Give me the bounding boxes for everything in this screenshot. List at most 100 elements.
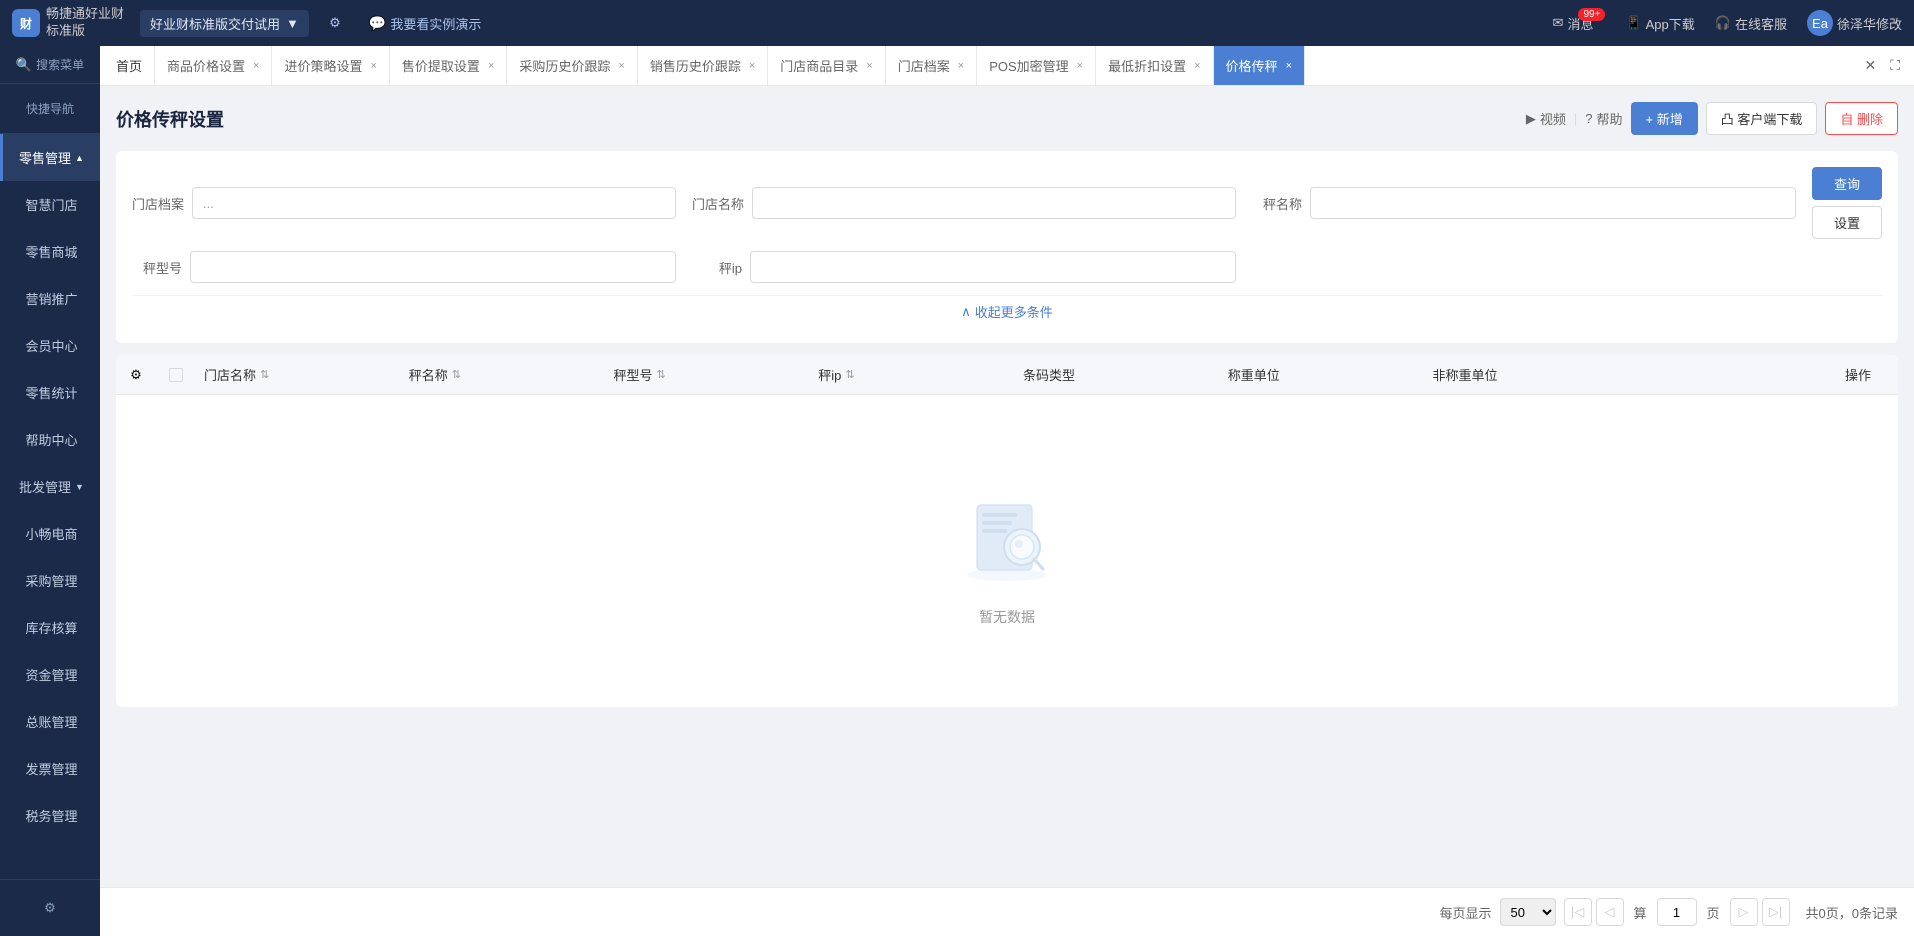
store-name-item: 门店名称 [692,187,1236,219]
empty-text: 暂无数据 [979,607,1035,627]
store-profile-input[interactable]: ... [192,187,676,219]
scale-model-input[interactable] [190,251,676,283]
table-check-col[interactable] [156,358,196,392]
tab-close-store-profile[interactable]: × [958,60,964,72]
pagination-btns: |◁ ◁ 算 页 ▷ ▷| [1564,898,1790,926]
sidebar-item-invoice[interactable]: 发票管理 [0,745,100,792]
video-link[interactable]: ▶ 视频 [1526,109,1566,128]
table-header: ⚙ 门店名称 ⇅ 秤名称 ⇅ 秤型号 ⇅ [116,355,1898,395]
tab-close-min-discount[interactable]: × [1194,60,1200,72]
select-all-checkbox[interactable] [169,368,183,382]
tab-close-store-goods[interactable]: × [866,60,872,72]
message-badge: 99+ [1578,8,1605,21]
tab-bar: 首页 商品价格设置 × 进价策略设置 × 售价提取设置 × 采购历史价跟踪 × … [100,46,1914,86]
tab-close-goods-price[interactable]: × [253,60,259,72]
col-scale-model: 秤型号 ⇅ [606,355,811,394]
sidebar-item-ledger[interactable]: 总账管理 [0,698,100,745]
app-download-btn[interactable]: 📱 App下载 [1625,14,1694,33]
tab-pos-manage[interactable]: POS加密管理 × [977,46,1096,86]
tab-close-purchase-history[interactable]: × [618,60,624,72]
avatar: Ea [1807,10,1833,36]
sidebar-item-inventory[interactable]: 库存核算 [0,604,100,651]
pagination-next-btn[interactable]: ▷ [1730,898,1758,926]
page-content: 价格传秤设置 ▶ 视频 | ? 帮助 + 新增 凸 客户端下载 自 删除 [100,86,1914,887]
store-name-input[interactable] [752,187,1236,219]
tab-purchase-history[interactable]: 采购历史价跟踪 × [507,46,637,86]
sidebar-quick-nav[interactable]: 快捷导航 [0,84,100,134]
page-number-input[interactable] [1657,898,1697,926]
sidebar-item-help-center[interactable]: 帮助中心 [0,416,100,463]
scale-model-label: 秤型号 [132,258,182,277]
tab-sales-history[interactable]: 销售历史价跟踪 × [638,46,768,86]
pagination-prev-btn[interactable]: ◁ [1596,898,1624,926]
store-profile-item: 门店档案 ... [132,187,676,219]
tab-expand-btn[interactable]: ⛶ [1884,53,1906,78]
sort-scale-model-icon[interactable]: ⇅ [657,368,666,381]
logo-text: 畅捷通好业财 标准版 [46,6,124,40]
query-btn[interactable]: 查询 [1812,167,1882,200]
scale-name-item: 秤名称 [1252,187,1796,219]
collapse-btn[interactable]: ∧ 收起更多条件 [132,295,1882,327]
sidebar-item-retail-mall[interactable]: 零售商城 [0,228,100,275]
tab-close-btn[interactable]: ✕ [1858,53,1882,78]
tab-min-discount[interactable]: 最低折扣设置 × [1096,46,1213,86]
col-weight-unit: 称重单位 [1220,355,1425,394]
sidebar: 🔍 搜索菜单 快捷导航 零售管理 智慧门店 零售商城 营销推广 会员中心 零售统… [0,46,100,936]
page-title: 价格传秤设置 [116,106,224,132]
demo-link[interactable]: 💬 我要看实例演示 [369,14,481,33]
version-settings-btn[interactable]: ⚙ [317,5,353,41]
form-row-2: 秤型号 秤ip [132,251,1882,283]
scale-name-input[interactable] [1310,187,1796,219]
empty-image [947,475,1067,595]
page-label-before: 算 [1628,903,1653,922]
table-settings-col[interactable]: ⚙ [116,357,156,393]
tab-purchase-strategy[interactable]: 进价策略设置 × [272,46,389,86]
tab-goods-price[interactable]: 商品价格设置 × [155,46,272,86]
tab-close-sale-price[interactable]: × [488,60,494,72]
tab-close-price-transfer[interactable]: × [1286,60,1292,72]
online-service-btn[interactable]: 🎧 在线客服 [1715,14,1787,33]
user-btn[interactable]: Ea 徐泽华修改 [1807,10,1902,36]
sidebar-item-wholesale[interactable]: 批发管理 [0,463,100,510]
pagination-last-btn[interactable]: ▷| [1762,898,1790,926]
tab-home[interactable]: 首页 [104,46,155,86]
add-btn[interactable]: + 新增 [1631,102,1698,135]
top-bar-right: ✉ 消息 99+ 📱 App下载 🎧 在线客服 Ea 徐泽华修改 [1553,10,1902,36]
tab-sale-price[interactable]: 售价提取设置 × [390,46,507,86]
settings-btn[interactable]: 设置 [1812,206,1882,239]
tab-store-profile[interactable]: 门店档案 × [886,46,977,86]
page-size-select[interactable]: 50 100 200 [1500,898,1556,926]
sidebar-item-tax[interactable]: 税务管理 [0,792,100,839]
sort-store-name-icon[interactable]: ⇅ [260,368,269,381]
page-header: 价格传秤设置 ▶ 视频 | ? 帮助 + 新增 凸 客户端下载 自 删除 [116,102,1898,135]
scale-ip-input[interactable] [750,251,1236,283]
tab-close-sales-history[interactable]: × [749,60,755,72]
pagination-first-btn[interactable]: |◁ [1564,898,1592,926]
sidebar-item-capital[interactable]: 资金管理 [0,651,100,698]
version-selector[interactable]: 好业财标准版交付试用 ▼ [140,10,309,37]
sidebar-item-purchase[interactable]: 采购管理 [0,557,100,604]
sidebar-item-retail-stats[interactable]: 零售统计 [0,369,100,416]
message-btn[interactable]: ✉ 消息 99+ [1553,14,1594,33]
sidebar-item-member[interactable]: 会员中心 [0,322,100,369]
pagination-bar: 每页显示 50 100 200 |◁ ◁ 算 页 ▷ ▷| 共0页，0条记录 [100,887,1914,936]
sort-scale-ip-icon[interactable]: ⇅ [845,368,854,381]
page-actions: ▶ 视频 | ? 帮助 + 新增 凸 客户端下载 自 删除 [1526,102,1898,135]
tab-close-purchase-strategy[interactable]: × [370,60,376,72]
tab-store-goods[interactable]: 门店商品目录 × [768,46,885,86]
tab-close-pos-manage[interactable]: × [1077,60,1083,72]
delete-btn[interactable]: 自 删除 [1825,102,1898,135]
help-link[interactable]: ? 帮助 [1585,109,1622,128]
sidebar-bottom: ⚙ [0,879,100,936]
sidebar-item-retail[interactable]: 零售管理 [0,134,100,181]
sidebar-item-smart-store[interactable]: 智慧门店 [0,181,100,228]
download-btn[interactable]: 凸 客户端下载 [1706,102,1818,135]
sidebar-item-ecommerce[interactable]: 小畅电商 [0,510,100,557]
sidebar-settings-btn[interactable]: ⚙ [0,890,100,926]
tab-price-transfer[interactable]: 价格传秤 × [1214,46,1305,86]
col-barcode-type: 条码类型 [1015,355,1220,394]
search-form: 门店档案 ... 门店名称 秤名称 查询 [116,151,1898,343]
sidebar-item-marketing[interactable]: 营销推广 [0,275,100,322]
sidebar-search[interactable]: 🔍 搜索菜单 [0,46,100,84]
sort-scale-name-icon[interactable]: ⇅ [452,368,461,381]
